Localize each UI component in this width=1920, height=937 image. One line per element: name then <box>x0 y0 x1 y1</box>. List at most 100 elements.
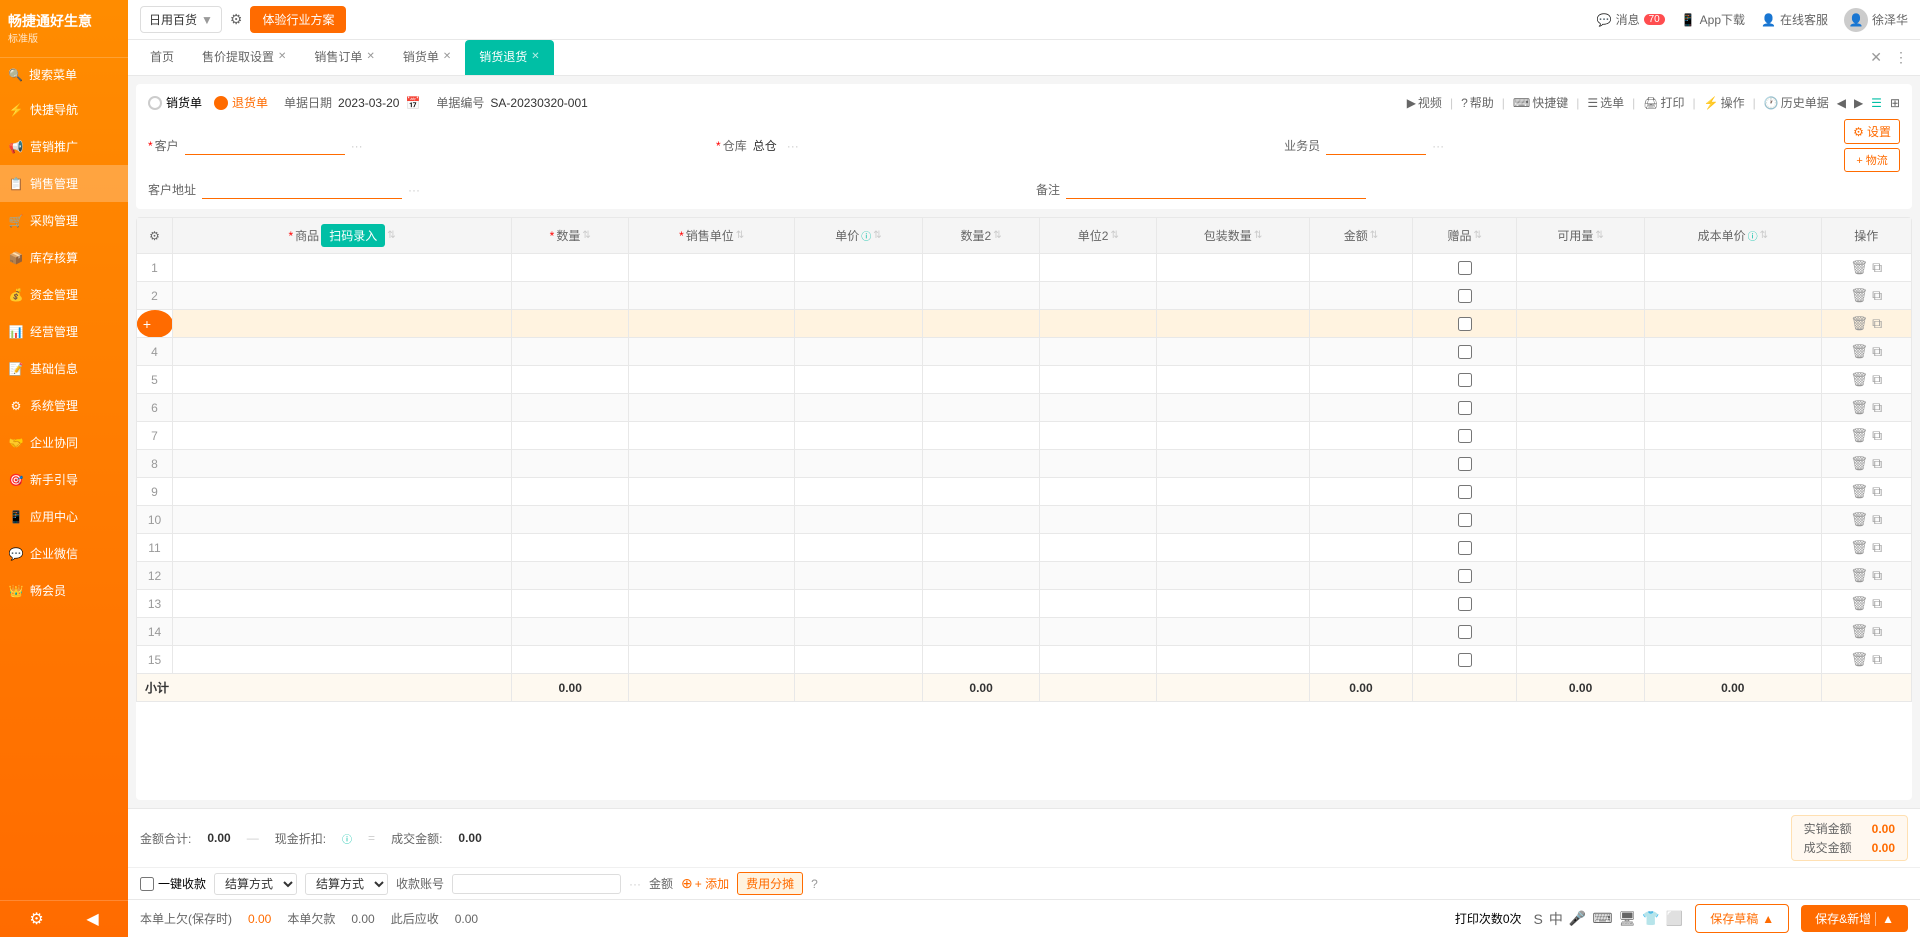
product-cell[interactable] <box>173 282 512 310</box>
copy-icon[interactable]: ⧉ <box>1872 483 1882 500</box>
product-cell-active[interactable] <box>173 310 512 338</box>
copy-icon[interactable]: ⧉ <box>1872 567 1882 584</box>
account-more-icon[interactable]: ··· <box>629 877 641 891</box>
cost-cell[interactable] <box>1645 282 1821 310</box>
pack-cell[interactable] <box>1157 282 1309 310</box>
copy-icon[interactable]: ⧉ <box>1872 539 1882 556</box>
scan-button[interactable]: 扫码录入 <box>321 224 385 247</box>
unit-cell[interactable] <box>629 310 795 338</box>
qty-cell[interactable] <box>512 282 629 310</box>
sidebar-item-collab[interactable]: 🤝 企业协同 <box>0 424 128 461</box>
delete-icon[interactable]: 🗑 <box>1850 455 1868 472</box>
copy-icon[interactable]: ⧉ <box>1872 259 1882 276</box>
operate-link[interactable]: ⚡ 操作 <box>1704 94 1745 111</box>
available-cell[interactable] <box>1517 254 1645 282</box>
copy-icon[interactable]: ⧉ <box>1872 595 1882 612</box>
app-download-item[interactable]: 📱 App下载 <box>1681 11 1745 28</box>
tab-close-price-icon[interactable]: ✕ <box>278 51 286 62</box>
qty-cell[interactable] <box>512 310 629 338</box>
copy-icon[interactable]: ⧉ <box>1872 427 1882 444</box>
add-row-button[interactable]: + <box>137 314 157 334</box>
pack-cell[interactable] <box>1157 310 1309 338</box>
amount-sort-icon[interactable]: ⇅ <box>1370 230 1378 241</box>
tool6-icon[interactable]: 👕 <box>1642 910 1659 927</box>
sidebar-item-weixin[interactable]: 💬 企业微信 <box>0 535 128 572</box>
tool5-icon[interactable]: 🖥 <box>1619 910 1637 927</box>
product-cell[interactable] <box>173 254 512 282</box>
nav-prev-icon[interactable]: ◀ <box>1837 96 1846 110</box>
one-click-checkbox[interactable]: 一键收款 <box>140 875 206 892</box>
delete-icon[interactable]: 🗑 <box>1850 343 1868 360</box>
note-input[interactable] <box>1066 180 1366 199</box>
unit2-cell[interactable] <box>1040 310 1157 338</box>
save-draft-button[interactable]: 保存草稿 ▲ <box>1695 904 1789 933</box>
save-new-arrow-icon[interactable]: ▲ <box>1875 912 1894 926</box>
sidebar-item-finance[interactable]: 💰 资金管理 <box>0 276 128 313</box>
delete-icon[interactable]: 🗑 <box>1850 511 1868 528</box>
gift-checkbox[interactable] <box>1458 513 1472 527</box>
delete-icon[interactable]: 🗑 <box>1850 315 1868 332</box>
settings-bottom-icon[interactable]: ⚙ <box>29 909 43 929</box>
price-cell[interactable] <box>794 254 922 282</box>
copy-icon[interactable]: ⧉ <box>1872 287 1882 304</box>
table-settings-icon[interactable]: ⚙ <box>149 229 160 243</box>
gift-checkbox[interactable] <box>1458 625 1472 639</box>
amount-cell[interactable] <box>1309 310 1413 338</box>
gift-checkbox[interactable] <box>1458 261 1472 275</box>
delete-icon[interactable]: 🗑 <box>1850 371 1868 388</box>
unit2-cell[interactable] <box>1040 282 1157 310</box>
unit-cell[interactable] <box>629 282 795 310</box>
delete-icon[interactable]: 🗑 <box>1850 623 1868 640</box>
pack-sort-icon[interactable]: ⇅ <box>1254 230 1262 241</box>
tool2-icon[interactable]: 中 <box>1549 909 1563 929</box>
gift-checkbox[interactable] <box>1458 653 1472 667</box>
tool3-icon[interactable]: 🎤 <box>1569 910 1586 927</box>
available-cell[interactable] <box>1517 310 1645 338</box>
print-link[interactable]: 🖨 打印 <box>1643 94 1684 111</box>
sidebar-item-guide[interactable]: 🎯 新手引导 <box>0 461 128 498</box>
cost-cell[interactable] <box>1645 310 1821 338</box>
tab-sales-order[interactable]: 销售订单 ✕ <box>300 40 388 75</box>
shortcut-link[interactable]: ⌨ 快捷键 <box>1513 94 1568 111</box>
sidebar-item-app-center[interactable]: 📱 应用中心 <box>0 498 128 535</box>
available-cell[interactable] <box>1517 282 1645 310</box>
qty2-sort-icon[interactable]: ⇅ <box>993 230 1001 241</box>
cost-cell[interactable] <box>1645 254 1821 282</box>
delete-icon[interactable]: 🗑 <box>1850 651 1868 668</box>
qty-sort-icon[interactable]: ⇅ <box>582 230 590 241</box>
delete-icon[interactable]: 🗑 <box>1850 595 1868 612</box>
copy-icon[interactable]: ⧉ <box>1872 623 1882 640</box>
tab-menu-icon[interactable]: ⋮ <box>1890 47 1912 68</box>
sidebar-item-system[interactable]: ⚙ 系统管理 <box>0 387 128 424</box>
product-input[interactable] <box>179 317 505 331</box>
delete-icon[interactable]: 🗑 <box>1850 539 1868 556</box>
collapse-icon[interactable]: ◀ <box>86 909 98 929</box>
unit2-cell[interactable] <box>1040 254 1157 282</box>
staff-more-icon[interactable]: ··· <box>1432 139 1444 153</box>
cost-sort-icon[interactable]: ⇅ <box>1760 230 1768 241</box>
address-more-icon[interactable]: ··· <box>408 183 420 197</box>
delete-icon[interactable]: 🗑 <box>1850 483 1868 500</box>
select-link[interactable]: ☰ 选单 <box>1587 94 1624 111</box>
tab-close-all-icon[interactable]: ✕ <box>1866 47 1886 68</box>
trial-button[interactable]: 体验行业方案 <box>250 6 346 33</box>
sidebar-item-marketing[interactable]: 📢 营销推广 <box>0 128 128 165</box>
online-service-item[interactable]: 👤 在线客服 <box>1761 11 1828 28</box>
delete-icon[interactable]: 🗑 <box>1850 287 1868 304</box>
account-input[interactable] <box>452 874 621 894</box>
copy-icon[interactable]: ⧉ <box>1872 511 1882 528</box>
price-sort-icon[interactable]: ⇅ <box>873 230 881 241</box>
delete-icon[interactable]: 🗑 <box>1850 427 1868 444</box>
radio-return[interactable]: 退货单 <box>214 94 268 111</box>
discount-info-icon[interactable]: ⓘ <box>342 831 352 846</box>
qty2-cell[interactable] <box>922 310 1039 338</box>
pack-cell[interactable] <box>1157 254 1309 282</box>
calendar-icon[interactable]: 📅 <box>405 96 420 110</box>
video-link[interactable]: ▶ 视频 <box>1407 94 1442 111</box>
address-input[interactable] <box>202 180 402 199</box>
settings-btn[interactable]: ⚙ 设置 <box>1844 119 1900 144</box>
gift-checkbox[interactable] <box>1458 485 1472 499</box>
price-cell[interactable] <box>794 282 922 310</box>
tool7-icon[interactable]: ⬜ <box>1666 910 1683 927</box>
available-sort-icon[interactable]: ⇅ <box>1595 230 1603 241</box>
